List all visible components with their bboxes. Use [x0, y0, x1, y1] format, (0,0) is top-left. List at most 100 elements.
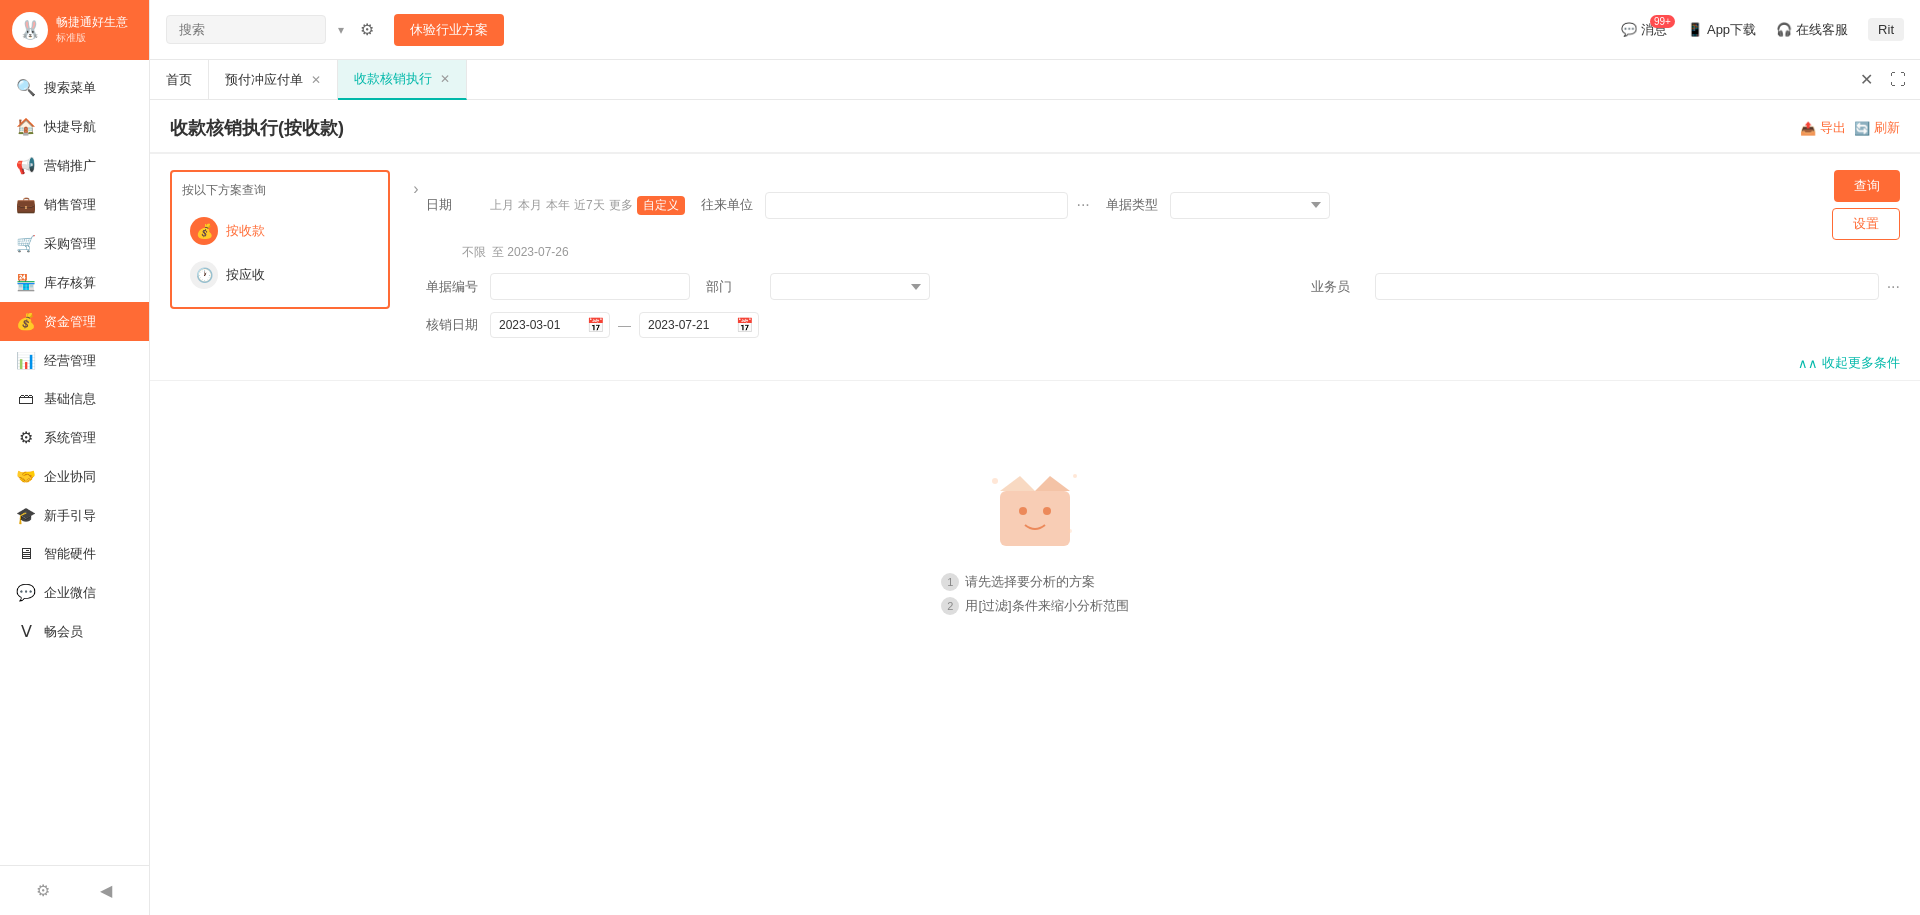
sidebar-item-sales[interactable]: 💼 销售管理 [0, 185, 149, 224]
tab-prepay-close[interactable]: ✕ [311, 73, 321, 87]
date-shortcut-lastmonth[interactable]: 上月 [490, 197, 514, 214]
sidebar-item-hardware[interactable]: 🖥 智能硬件 [0, 535, 149, 573]
page-title: 收款核销执行(按收款) [170, 116, 344, 140]
tabbar: 首页 预付冲应付单 ✕ 收款核销执行 ✕ ✕ ⛶ [150, 60, 1920, 100]
collapse-sidebar-btn[interactable]: ◀ [90, 875, 122, 907]
guide-icon: 🎓 [16, 506, 36, 525]
sidebar-item-purchase[interactable]: 🛒 采购管理 [0, 224, 149, 263]
sidebar-item-corp[interactable]: 🤝 企业协同 [0, 457, 149, 496]
refresh-btn[interactable]: 🔄 刷新 [1854, 119, 1900, 137]
date-shortcut-7days[interactable]: 近7天 [574, 197, 605, 214]
filter-row-1: 日期 上月 本月 本年 近7天 更多 自定义 [426, 170, 1900, 240]
refresh-icon: 🔄 [1854, 121, 1870, 136]
date-unlimited-text: 不限 [462, 244, 486, 261]
date-shortcut-thisyear[interactable]: 本年 [546, 197, 570, 214]
tab-prepay-label: 预付冲应付单 [225, 71, 303, 89]
filter-doctype-group: 单据类型 [1106, 192, 1495, 219]
export-btn[interactable]: 📤 导出 [1800, 119, 1846, 137]
partner-dots[interactable]: ··· [1076, 196, 1089, 214]
topbar-msg-btn[interactable]: 💬 消息 99+ [1621, 21, 1667, 39]
sidebar-item-label: 销售管理 [44, 196, 96, 214]
filter-panel: 按以下方案查询 💰 按收款 🕐 按应收 [170, 170, 390, 309]
purchase-icon: 🛒 [16, 234, 36, 253]
close-tab-btn[interactable]: ✕ [1852, 66, 1880, 94]
service-label: 在线客服 [1796, 21, 1848, 39]
member-icon: Ⅴ [16, 622, 36, 641]
basic-icon: 🗃 [16, 390, 36, 408]
date-unlimited-row: 不限 至 2023-07-26 [426, 244, 1900, 261]
tip-num-2: 2 [941, 597, 959, 615]
staff-dots[interactable]: ··· [1887, 278, 1900, 296]
sidebar-item-business[interactable]: 📊 经营管理 [0, 341, 149, 380]
logo-title: 畅捷通好生意 [56, 15, 128, 31]
filter-receipt-label: 按收款 [226, 222, 265, 240]
calendar-to-icon[interactable]: 📅 [736, 317, 753, 333]
industry-btn[interactable]: 休验行业方案 [394, 14, 504, 46]
sidebar-bottom: ⚙ ◀ [0, 865, 149, 915]
staff-input[interactable] [1375, 273, 1879, 300]
filter-option-receivable[interactable]: 🕐 按应收 [182, 253, 378, 297]
sidebar-item-label: 资金管理 [44, 313, 96, 331]
dept-select[interactable] [770, 273, 930, 300]
settings-bottom-btn[interactable]: ⚙ [27, 875, 59, 907]
receipt-icon: 💰 [190, 217, 218, 245]
svg-point-1 [1019, 507, 1027, 515]
filter-date-group: 日期 上月 本月 本年 近7天 更多 自定义 [426, 196, 685, 215]
home-icon: 🏠 [16, 117, 36, 136]
empty-state: 1 请先选择要分析的方案 2 用[过滤]条件来缩小分析范围 [150, 381, 1920, 695]
doctype-select[interactable] [1170, 192, 1330, 219]
partner-label: 往来单位 [701, 196, 757, 214]
tab-receipt-label: 收款核销执行 [354, 70, 432, 88]
sidebar-item-basic[interactable]: 🗃 基础信息 [0, 380, 149, 418]
sidebar-item-search[interactable]: 🔍 搜索菜单 [0, 68, 149, 107]
empty-tip-1-text: 请先选择要分析的方案 [965, 573, 1095, 591]
sidebar-item-inventory[interactable]: 🏪 库存核算 [0, 263, 149, 302]
sidebar-item-finance[interactable]: 💰 资金管理 [0, 302, 149, 341]
date-shortcut-custom[interactable]: 自定义 [637, 196, 685, 215]
tab-receipt[interactable]: 收款核销执行 ✕ [338, 60, 467, 100]
sidebar-item-label: 智能硬件 [44, 545, 96, 563]
sidebar-item-label: 快捷导航 [44, 118, 96, 136]
topbar-search-input[interactable] [166, 15, 326, 44]
svg-point-2 [1043, 507, 1051, 515]
empty-tip-2-text: 用[过滤]条件来缩小分析范围 [965, 597, 1128, 615]
fullscreen-btn[interactable]: ⛶ [1884, 66, 1912, 94]
settings-icon[interactable]: ⚙ [360, 20, 374, 39]
sidebar-item-member[interactable]: Ⅴ 畅会员 [0, 612, 149, 651]
filter-receivable-label: 按应收 [226, 266, 265, 284]
calendar-from-icon[interactable]: 📅 [587, 317, 604, 333]
tab-home[interactable]: 首页 [150, 60, 209, 100]
topbar: ▾ ⚙ 休验行业方案 💬 消息 99+ 📱 App下载 🎧 在线客服 Rit [150, 0, 1920, 60]
sidebar-item-guide[interactable]: 🎓 新手引导 [0, 496, 149, 535]
collapse-more-btn[interactable]: ∧∧ 收起更多条件 [1798, 354, 1900, 372]
query-btn[interactable]: 查询 [1834, 170, 1900, 202]
sidebar-item-label: 库存核算 [44, 274, 96, 292]
topbar-username[interactable]: Rit [1868, 18, 1904, 41]
filter-option-receipt[interactable]: 💰 按收款 [182, 209, 378, 253]
sidebar-item-label: 新手引导 [44, 507, 96, 525]
filter-partner-group: 往来单位 ··· [701, 192, 1090, 219]
tab-receipt-close[interactable]: ✕ [440, 72, 450, 86]
sidebar-item-system[interactable]: ⚙ 系统管理 [0, 418, 149, 457]
partner-input[interactable] [765, 192, 1069, 219]
sidebar-item-marketing[interactable]: 📢 营销推广 [0, 146, 149, 185]
filter-row-2: 单据编号 部门 业务员 [426, 273, 1900, 300]
sidebar-item-wechat[interactable]: 💬 企业微信 [0, 573, 149, 612]
nucleation-from-wrap: 📅 [490, 312, 610, 338]
svg-point-5 [1068, 529, 1072, 533]
tab-prepay[interactable]: 预付冲应付单 ✕ [209, 60, 338, 100]
topbar-app-btn[interactable]: 📱 App下载 [1687, 21, 1756, 39]
page-header-actions: 📤 导出 🔄 刷新 [1800, 119, 1900, 137]
marketing-icon: 📢 [16, 156, 36, 175]
empty-illustration [975, 461, 1095, 561]
sidebar-item-shortcuts[interactable]: 🏠 快捷导航 [0, 107, 149, 146]
date-more-btn[interactable]: 更多 [609, 197, 633, 214]
page-header: 收款核销执行(按收款) 📤 导出 🔄 刷新 [150, 100, 1920, 153]
collapse-left-btn[interactable]: › [406, 170, 426, 198]
sidebar-item-label: 基础信息 [44, 390, 96, 408]
topbar-service-btn[interactable]: 🎧 在线客服 [1776, 21, 1848, 39]
docno-input[interactable] [490, 273, 690, 300]
chevron-down-icon[interactable]: ▾ [338, 23, 344, 37]
settings-btn[interactable]: 设置 [1832, 208, 1900, 240]
date-shortcut-thismonth[interactable]: 本月 [518, 197, 542, 214]
